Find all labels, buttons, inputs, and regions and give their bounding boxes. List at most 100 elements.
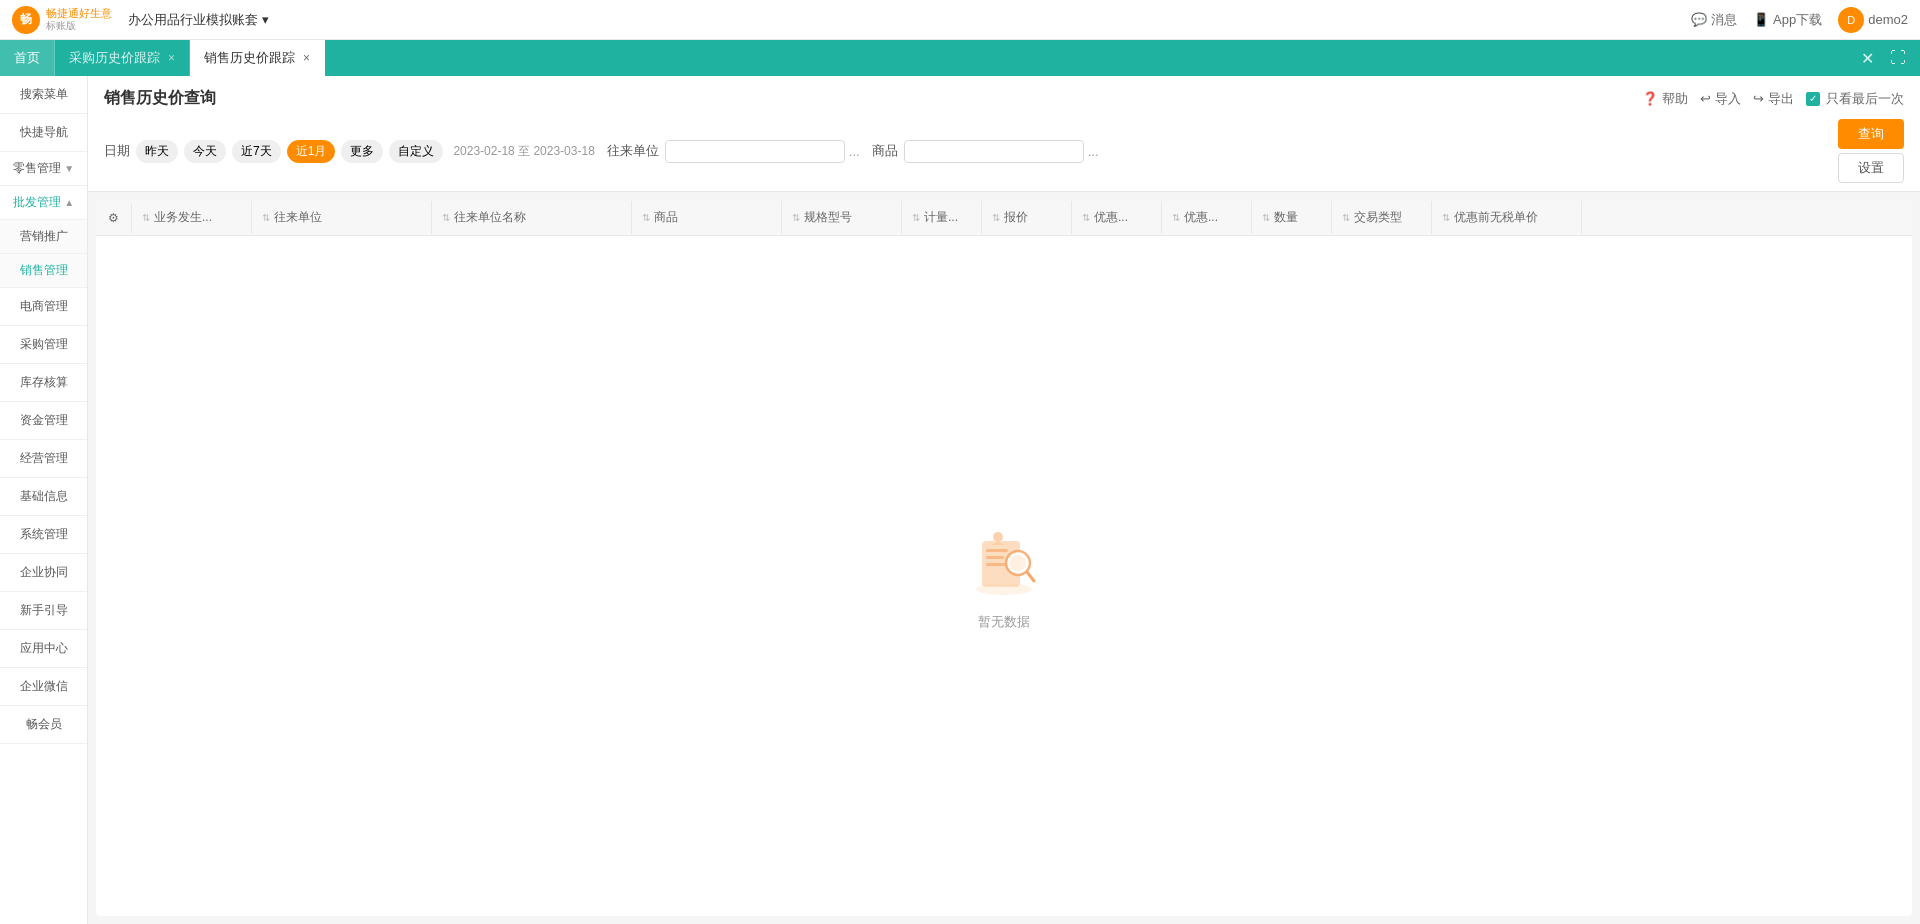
sidebar-enterprise-collab-label: 企业协同 (20, 565, 68, 579)
user-profile[interactable]: D demo2 (1838, 7, 1908, 33)
th-quote-price-label: 报价 (1004, 209, 1028, 226)
th-settings[interactable]: ⚙ (96, 203, 132, 233)
th-partner-name-label: 往来单位名称 (454, 209, 526, 226)
th-discount2-label: 优惠... (1184, 209, 1218, 226)
sidebar-member-label: 畅会员 (26, 717, 62, 731)
tab-home-label: 首页 (14, 49, 40, 67)
sidebar-item-sales-mgr[interactable]: 销售管理 (0, 254, 87, 288)
tab-maximize-button[interactable]: ⛶ (1886, 47, 1910, 69)
avatar: D (1838, 7, 1864, 33)
sidebar-purchase-mgr-label: 采购管理 (20, 337, 68, 351)
partner-label: 往来单位 (607, 142, 659, 160)
sidebar-finance-label: 资金管理 (20, 413, 68, 427)
tab-close-all-button[interactable]: ✕ (1857, 47, 1878, 70)
date-btn-1month[interactable]: 近1月 (287, 140, 336, 163)
sidebar-item-quick-nav[interactable]: 快捷导航 (0, 114, 87, 152)
svg-rect-3 (986, 556, 1004, 559)
th-trade-type-sort-icon: ⇅ (1342, 212, 1350, 223)
sidebar-item-finance[interactable]: 资金管理 (0, 402, 87, 440)
th-discount1[interactable]: ⇅ 优惠... (1072, 201, 1162, 234)
tab-purchase[interactable]: 采购历史价跟踪 × (55, 40, 190, 76)
product-dots[interactable]: ... (1088, 144, 1099, 159)
only-last-label: 只看最后一次 (1826, 90, 1904, 108)
th-quantity[interactable]: ⇅ 数量 (1252, 201, 1332, 234)
product-input[interactable] (904, 140, 1084, 163)
date-range-text: 2023-02-18 至 2023-03-18 (453, 143, 594, 160)
settings-button[interactable]: 设置 (1838, 153, 1904, 183)
date-btn-today[interactable]: 今天 (184, 140, 226, 163)
sidebar-item-operations[interactable]: 经营管理 (0, 440, 87, 478)
sidebar-inventory-label: 库存核算 (20, 375, 68, 389)
date-btn-more[interactable]: 更多 (341, 140, 383, 163)
query-button[interactable]: 查询 (1838, 119, 1904, 149)
message-icon: 💬 (1691, 12, 1707, 27)
th-product-label: 商品 (654, 209, 678, 226)
partner-input-wrapper: ... (665, 140, 860, 163)
workspace-selector[interactable]: 办公用品行业模拟账套 ▾ (120, 11, 277, 29)
help-button[interactable]: ❓ 帮助 (1642, 90, 1688, 108)
th-discount1-sort-icon: ⇅ (1082, 212, 1090, 223)
tab-purchase-label: 采购历史价跟踪 (69, 49, 160, 67)
tab-home[interactable]: 首页 (0, 40, 55, 76)
app-download-button[interactable]: 📱 App下载 (1753, 11, 1822, 29)
sidebar-item-basic-info[interactable]: 基础信息 (0, 478, 87, 516)
sidebar-item-new-guide[interactable]: 新手引导 (0, 592, 87, 630)
sidebar-item-purchase-mgr[interactable]: 采购管理 (0, 326, 87, 364)
sidebar-item-search[interactable]: 搜索菜单 (0, 76, 87, 114)
sidebar-retail-label: 零售管理 (13, 161, 61, 175)
partner-input[interactable] (665, 140, 845, 163)
th-partner-code-label: 往来单位 (274, 209, 322, 226)
tab-sales-close[interactable]: × (303, 51, 310, 65)
sidebar-marketing-label: 营销推广 (20, 229, 68, 243)
svg-rect-2 (986, 549, 1008, 552)
date-btn-custom[interactable]: 自定义 (389, 140, 443, 163)
th-spec-label: 规格型号 (804, 209, 852, 226)
page-header-top: 销售历史价查询 ❓ 帮助 ↩ 导入 ↪ 导出 ✓ (104, 88, 1904, 109)
export-button[interactable]: ↪ 导出 (1753, 90, 1794, 108)
sidebar-sales-mgr-label: 销售管理 (20, 263, 68, 277)
th-trade-type[interactable]: ⇅ 交易类型 (1332, 201, 1432, 234)
th-partner-code[interactable]: ⇅ 往来单位 (252, 201, 432, 234)
sidebar-item-enterprise-collab[interactable]: 企业协同 (0, 554, 87, 592)
th-quote-price[interactable]: ⇅ 报价 (982, 201, 1072, 234)
sidebar-wholesale-arrow: ▲ (64, 197, 74, 208)
th-product[interactable]: ⇅ 商品 (632, 201, 782, 234)
export-icon: ↪ (1753, 91, 1764, 106)
th-no-tax-price[interactable]: ⇅ 优惠前无税单价 (1432, 201, 1582, 234)
sidebar-item-app-center[interactable]: 应用中心 (0, 630, 87, 668)
th-spec[interactable]: ⇅ 规格型号 (782, 201, 902, 234)
sidebar-item-wholesale[interactable]: 批发管理 ▲ (0, 186, 87, 220)
tab-sales[interactable]: 销售历史价跟踪 × (190, 40, 325, 76)
logo-area: 畅 畅捷通好生意 标账版 (12, 6, 112, 34)
only-last-checkbox[interactable]: ✓ (1806, 92, 1820, 106)
th-unit[interactable]: ⇅ 计量... (902, 201, 982, 234)
empty-text: 暂无数据 (978, 613, 1030, 631)
sidebar-item-system[interactable]: 系统管理 (0, 516, 87, 554)
th-discount1-label: 优惠... (1094, 209, 1128, 226)
svg-point-8 (993, 532, 1003, 542)
th-partner-name[interactable]: ⇅ 往来单位名称 (432, 201, 632, 234)
tab-bar-actions: ✕ ⛶ (1847, 40, 1920, 76)
help-icon: ❓ (1642, 91, 1658, 106)
th-discount2[interactable]: ⇅ 优惠... (1162, 201, 1252, 234)
logo-icon: 畅 (12, 6, 40, 34)
date-btn-yesterday[interactable]: 昨天 (136, 140, 178, 163)
sidebar-item-enterprise-wechat[interactable]: 企业微信 (0, 668, 87, 706)
partner-dots[interactable]: ... (849, 144, 860, 159)
import-button[interactable]: ↩ 导入 (1700, 90, 1741, 108)
date-btn-7days[interactable]: 近7天 (232, 140, 281, 163)
th-no-tax-price-label: 优惠前无税单价 (1454, 209, 1538, 226)
svg-line-7 (1027, 572, 1034, 581)
sidebar-item-retail[interactable]: 零售管理 ▼ (0, 152, 87, 186)
svg-rect-4 (986, 563, 1006, 566)
sidebar-item-marketing[interactable]: 营销推广 (0, 220, 87, 254)
message-button[interactable]: 💬 消息 (1691, 11, 1737, 29)
th-product-sort-icon: ⇅ (642, 212, 650, 223)
sidebar-item-member[interactable]: 畅会员 (0, 706, 87, 744)
sidebar-item-inventory[interactable]: 库存核算 (0, 364, 87, 402)
th-business-date[interactable]: ⇅ 业务发生... (132, 201, 252, 234)
th-quote-price-sort-icon: ⇅ (992, 212, 1000, 223)
sidebar-item-ecommerce[interactable]: 电商管理 (0, 288, 87, 326)
only-last-checkbox-group[interactable]: ✓ 只看最后一次 (1806, 90, 1904, 108)
tab-purchase-close[interactable]: × (168, 51, 175, 65)
